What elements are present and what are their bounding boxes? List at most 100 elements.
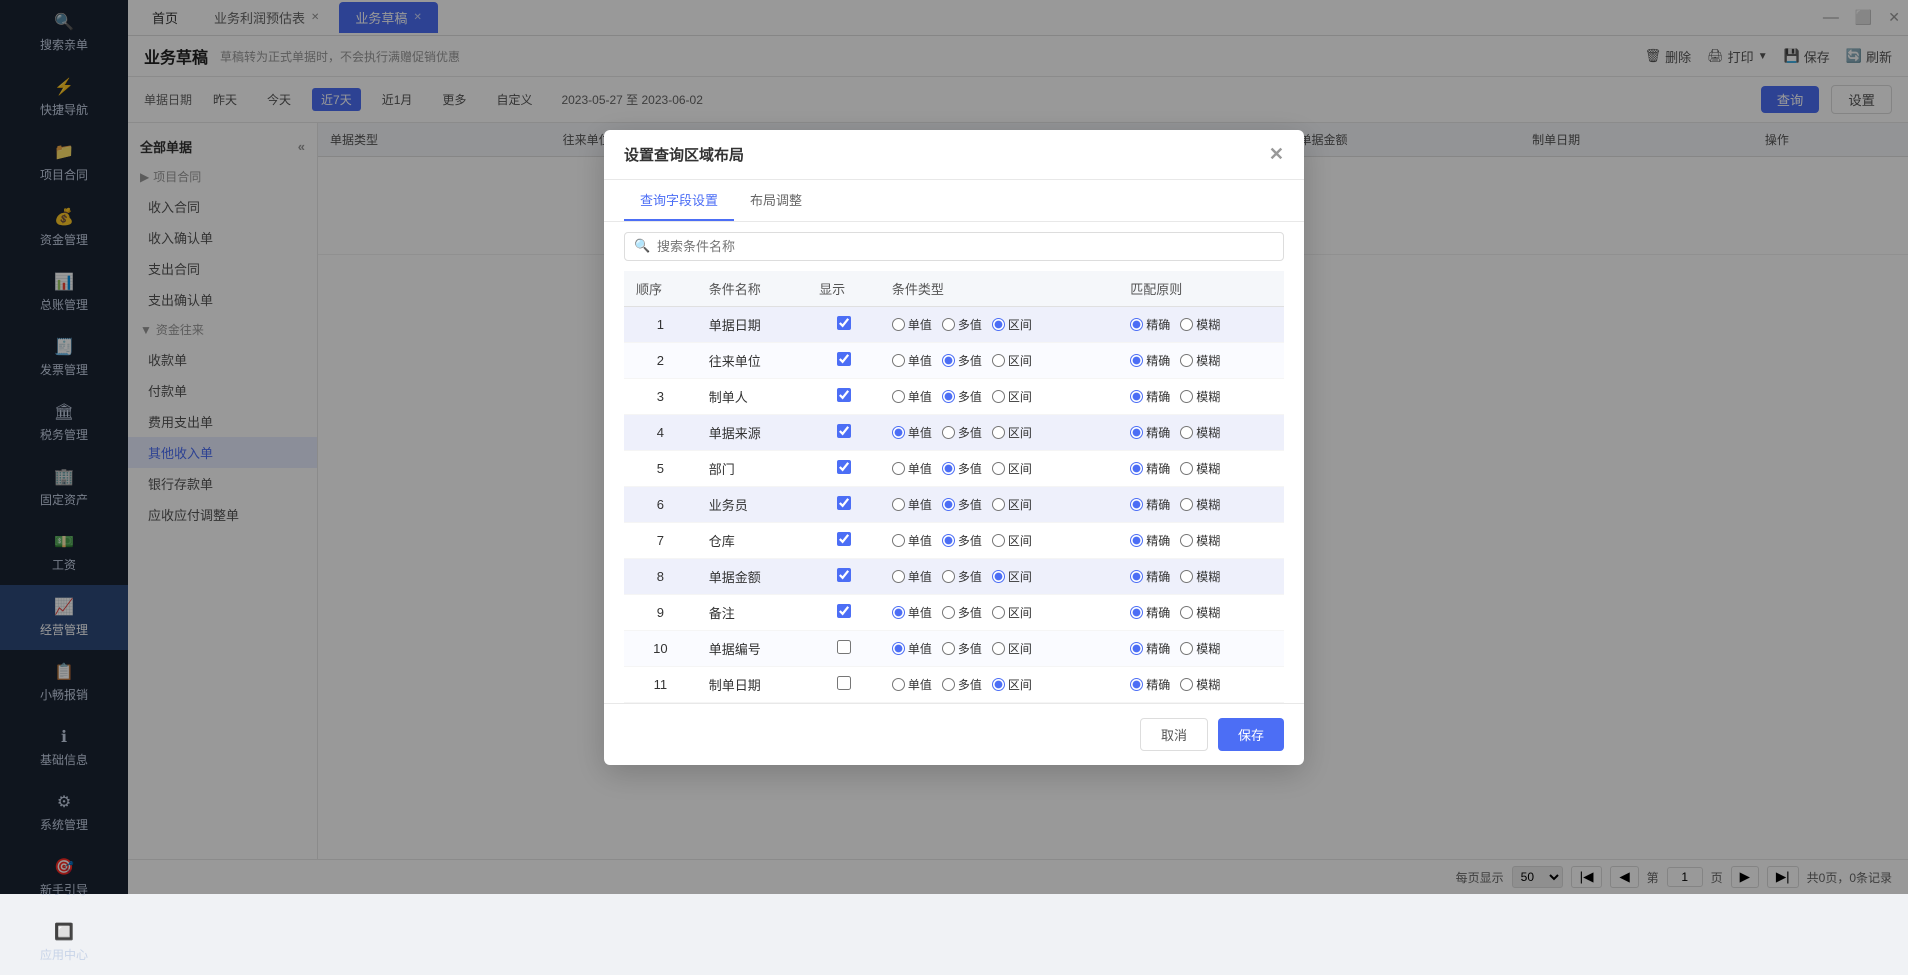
row-match-cell: 精确模糊 — [1118, 558, 1284, 594]
row-match-option[interactable]: 模糊 — [1180, 676, 1220, 693]
row-show-cell — [807, 450, 880, 486]
row-match-option[interactable]: 精确 — [1130, 424, 1170, 441]
row-match-option[interactable]: 模糊 — [1180, 424, 1220, 441]
row-match-option[interactable]: 精确 — [1130, 568, 1170, 585]
row-type-option[interactable]: 单值 — [892, 388, 932, 405]
row-type-option[interactable]: 多值 — [942, 496, 982, 513]
modal-table-row: 1单据日期单值多值区间精确模糊 — [624, 306, 1284, 342]
row-match-option[interactable]: 模糊 — [1180, 316, 1220, 333]
modal-col-show: 显示 — [807, 271, 880, 307]
row-type-option[interactable]: 多值 — [942, 604, 982, 621]
row-name: 单据编号 — [697, 630, 807, 666]
modal-table-row: 5部门单值多值区间精确模糊 — [624, 450, 1284, 486]
row-order: 9 — [624, 594, 697, 630]
row-show-checkbox[interactable] — [837, 532, 851, 546]
row-show-cell — [807, 522, 880, 558]
row-match-option[interactable]: 精确 — [1130, 316, 1170, 333]
modal-tab-field-settings[interactable]: 查询字段设置 — [624, 180, 734, 221]
row-match-option[interactable]: 精确 — [1130, 352, 1170, 369]
row-type-option[interactable]: 区间 — [992, 316, 1032, 333]
modal-header: 设置查询区域布局 ✕ — [604, 130, 1304, 180]
row-order: 4 — [624, 414, 697, 450]
row-show-checkbox[interactable] — [837, 424, 851, 438]
row-match-option[interactable]: 精确 — [1130, 532, 1170, 549]
row-show-cell — [807, 594, 880, 630]
row-type-option[interactable]: 区间 — [992, 532, 1032, 549]
row-type-option[interactable]: 单值 — [892, 532, 932, 549]
row-match-cell: 精确模糊 — [1118, 450, 1284, 486]
modal-col-name: 条件名称 — [697, 271, 807, 307]
row-type-option[interactable]: 单值 — [892, 460, 932, 477]
row-order: 2 — [624, 342, 697, 378]
row-match-option[interactable]: 模糊 — [1180, 640, 1220, 657]
row-show-checkbox[interactable] — [837, 460, 851, 474]
cancel-button[interactable]: 取消 — [1140, 718, 1208, 751]
row-name: 制单人 — [697, 378, 807, 414]
row-show-checkbox[interactable] — [837, 496, 851, 510]
row-type-option[interactable]: 单值 — [892, 424, 932, 441]
row-type-option[interactable]: 区间 — [992, 352, 1032, 369]
row-type-option[interactable]: 单值 — [892, 676, 932, 693]
row-type-option[interactable]: 多值 — [942, 460, 982, 477]
row-type-option[interactable]: 区间 — [992, 568, 1032, 585]
row-match-option[interactable]: 精确 — [1130, 388, 1170, 405]
row-type-option[interactable]: 多值 — [942, 316, 982, 333]
row-type-option[interactable]: 区间 — [992, 604, 1032, 621]
row-type-option[interactable]: 区间 — [992, 496, 1032, 513]
row-match-option[interactable]: 模糊 — [1180, 496, 1220, 513]
row-name: 单据金额 — [697, 558, 807, 594]
row-type-option[interactable]: 多值 — [942, 388, 982, 405]
row-order: 3 — [624, 378, 697, 414]
row-type-option[interactable]: 单值 — [892, 640, 932, 657]
modal-search-area: 🔍 — [604, 222, 1304, 271]
row-name: 部门 — [697, 450, 807, 486]
row-type-option[interactable]: 多值 — [942, 676, 982, 693]
row-match-option[interactable]: 模糊 — [1180, 460, 1220, 477]
row-match-cell: 精确模糊 — [1118, 594, 1284, 630]
modal-tab-layout[interactable]: 布局调整 — [734, 180, 818, 221]
modal-table-row: 10单据编号单值多值区间精确模糊 — [624, 630, 1284, 666]
row-type-option[interactable]: 单值 — [892, 316, 932, 333]
row-type-option[interactable]: 区间 — [992, 676, 1032, 693]
modal-dialog: 设置查询区域布局 ✕ 查询字段设置 布局调整 🔍 — [604, 130, 1304, 765]
row-show-checkbox[interactable] — [837, 568, 851, 582]
row-show-checkbox[interactable] — [837, 640, 851, 654]
row-match-option[interactable]: 精确 — [1130, 496, 1170, 513]
row-match-option[interactable]: 模糊 — [1180, 532, 1220, 549]
row-type-option[interactable]: 单值 — [892, 352, 932, 369]
row-match-option[interactable]: 精确 — [1130, 676, 1170, 693]
row-type-option[interactable]: 多值 — [942, 352, 982, 369]
row-match-option[interactable]: 精确 — [1130, 640, 1170, 657]
row-type-option[interactable]: 多值 — [942, 424, 982, 441]
row-show-checkbox[interactable] — [837, 316, 851, 330]
row-type-option[interactable]: 单值 — [892, 604, 932, 621]
row-type-option[interactable]: 多值 — [942, 532, 982, 549]
row-type-option[interactable]: 单值 — [892, 568, 932, 585]
row-match-option[interactable]: 精确 — [1130, 460, 1170, 477]
modal-tabs: 查询字段设置 布局调整 — [604, 180, 1304, 222]
row-show-checkbox[interactable] — [837, 676, 851, 690]
row-type-option[interactable]: 区间 — [992, 424, 1032, 441]
row-match-option[interactable]: 模糊 — [1180, 604, 1220, 621]
row-type-option[interactable]: 区间 — [992, 388, 1032, 405]
row-type-option[interactable]: 多值 — [942, 568, 982, 585]
row-match-option[interactable]: 模糊 — [1180, 352, 1220, 369]
row-show-checkbox[interactable] — [837, 352, 851, 366]
modal-search-icon: 🔍 — [634, 238, 650, 254]
row-match-option[interactable]: 模糊 — [1180, 388, 1220, 405]
modal-search-input[interactable] — [624, 232, 1284, 261]
row-match-option[interactable]: 模糊 — [1180, 568, 1220, 585]
modal-close-button[interactable]: ✕ — [1269, 144, 1284, 165]
row-type-option[interactable]: 单值 — [892, 496, 932, 513]
row-order: 8 — [624, 558, 697, 594]
row-type-option[interactable]: 区间 — [992, 640, 1032, 657]
row-show-checkbox[interactable] — [837, 604, 851, 618]
row-show-cell — [807, 630, 880, 666]
row-type-option[interactable]: 区间 — [992, 460, 1032, 477]
sidebar-item-apps[interactable]: 🔲 应用中心 — [0, 910, 128, 975]
row-type-option[interactable]: 多值 — [942, 640, 982, 657]
row-show-checkbox[interactable] — [837, 388, 851, 402]
modal-table-row: 7仓库单值多值区间精确模糊 — [624, 522, 1284, 558]
row-match-option[interactable]: 精确 — [1130, 604, 1170, 621]
modal-save-button[interactable]: 保存 — [1218, 718, 1284, 751]
